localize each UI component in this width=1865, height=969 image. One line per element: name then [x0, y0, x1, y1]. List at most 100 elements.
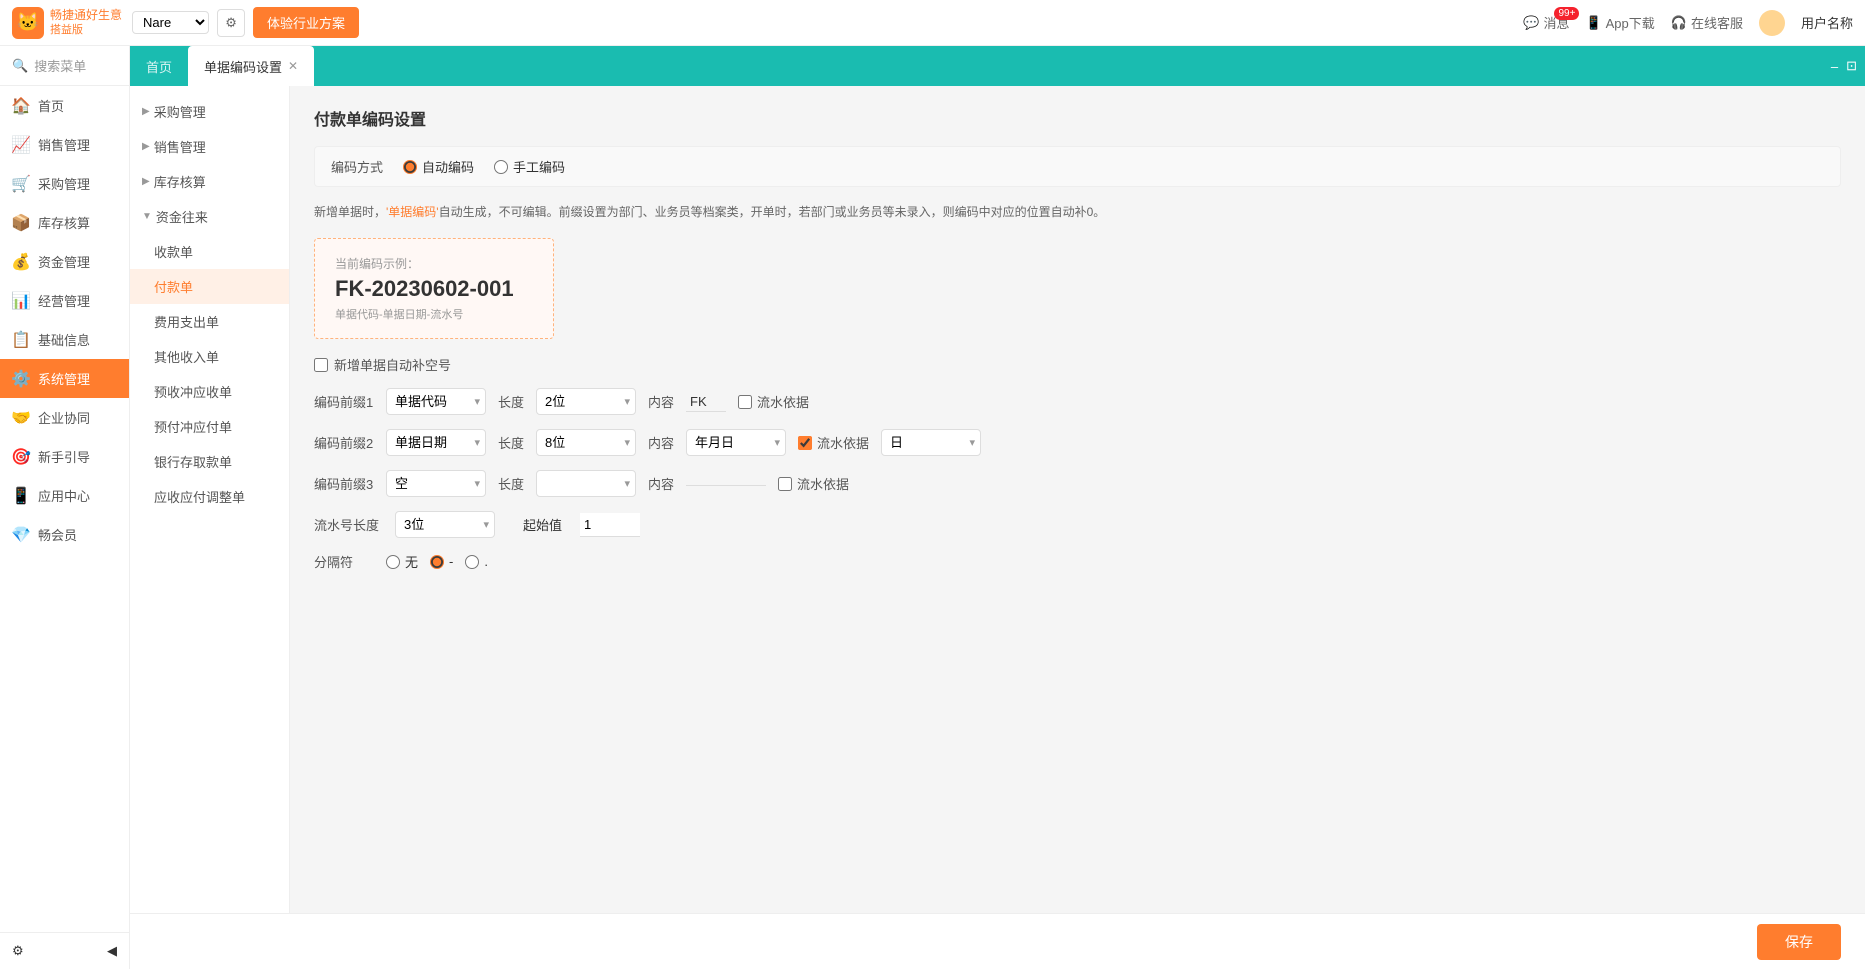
sidebar-item-vip[interactable]: 💎 畅会员: [0, 515, 129, 554]
auto-code-option[interactable]: 自动编码: [403, 157, 474, 176]
flow-check-2: 流水依据: [798, 433, 869, 452]
separator-label: 分隔符: [314, 552, 374, 571]
stream-select[interactable]: 3位: [395, 511, 495, 538]
bottom-bar: 保存: [130, 913, 1865, 969]
manual-code-radio[interactable]: [494, 160, 508, 174]
prefix1-select[interactable]: 单据代码: [386, 388, 486, 415]
sidebar: 🔍 搜索菜单 🏠 首页 📈 销售管理 🛒 采购管理 📦 库存核算 💰: [0, 46, 130, 969]
sub-nav-group-finance: ▼ 资金往来 收款单 付款单 费用支出单 其他收入单 预收冲应收单 预付冲应付单…: [130, 199, 289, 514]
settings-btn[interactable]: ⚙: [217, 9, 245, 37]
content1-label: 内容: [648, 392, 674, 411]
flow-check-1: 流水依据: [738, 392, 809, 411]
sep-none-option[interactable]: 无: [386, 552, 418, 571]
sep-dot-option[interactable]: .: [465, 554, 488, 569]
flow-checkbox-1[interactable]: [738, 395, 752, 409]
info-text: 新增单据时，'单据编码'自动生成，不可编辑。前缀设置为部门、业务员等档案类，开单…: [314, 203, 1841, 222]
sub-nav-item-advance-receipt[interactable]: 预收冲应收单: [130, 374, 289, 409]
encoding-label: 编码方式: [331, 157, 383, 176]
sub-nav-item-bank-deposit[interactable]: 银行存取款单: [130, 444, 289, 479]
sidebar-item-finance[interactable]: 💰 资金管理: [0, 242, 129, 281]
sub-nav-group-purchase: ▶ 采购管理: [130, 94, 289, 129]
sep-none-radio[interactable]: [386, 555, 400, 569]
sidebar-item-guide[interactable]: 🎯 新手引导: [0, 437, 129, 476]
prefix-row-3: 编码前缀3 空 长度 内容: [314, 470, 1841, 497]
tab-expand-icon[interactable]: ⊡: [1846, 58, 1857, 74]
sub-nav-title-finance[interactable]: ▼ 资金往来: [130, 199, 289, 234]
online-service-btn[interactable]: 🎧 在线客服: [1671, 13, 1743, 32]
content2-select[interactable]: 年月日: [686, 429, 786, 456]
sub-nav-item-payment[interactable]: 付款单: [130, 269, 289, 304]
sidebar-settings-icon[interactable]: ⚙: [12, 943, 24, 959]
service-icon: 🎧: [1671, 15, 1687, 31]
guide-icon: 🎯: [12, 448, 30, 466]
length1-select-wrapper: 2位: [536, 388, 636, 415]
auto-code-radio[interactable]: [403, 160, 417, 174]
system-icon: ⚙️: [12, 370, 30, 388]
sub-nav-title-sales[interactable]: ▶ 销售管理: [130, 129, 289, 164]
message-btn[interactable]: 💬 消息 99+: [1523, 13, 1569, 32]
length2-select[interactable]: 8位: [536, 429, 636, 456]
sidebar-item-sales[interactable]: 📈 销售管理: [0, 125, 129, 164]
length1-select[interactable]: 2位: [536, 388, 636, 415]
app-download-btn[interactable]: 📱 App下载: [1585, 13, 1654, 32]
sub-nav-item-receivable-adj[interactable]: 应收应付调整单: [130, 479, 289, 514]
prefix2-select[interactable]: 单据日期: [386, 429, 486, 456]
logo-text: 畅捷通好生意 搭益版: [50, 8, 122, 38]
tab-close-icon[interactable]: ✕: [288, 59, 298, 73]
inventory-icon: 📦: [12, 214, 30, 232]
sub-nav-title-purchase[interactable]: ▶ 采购管理: [130, 94, 289, 129]
sep-dot-radio[interactable]: [465, 555, 479, 569]
length2-select-wrapper: 8位: [536, 429, 636, 456]
sidebar-item-enterprise[interactable]: 🤝 企业协同: [0, 398, 129, 437]
prefix2-label: 编码前缀2: [314, 433, 374, 452]
sidebar-item-basic[interactable]: 📋 基础信息: [0, 320, 129, 359]
flow-checkbox-3[interactable]: [778, 477, 792, 491]
encoding-method-row: 编码方式 自动编码 手工编码: [314, 146, 1841, 187]
sub-nav-item-expense[interactable]: 费用支出单: [130, 304, 289, 339]
company-select[interactable]: Nare: [132, 11, 209, 34]
app-icon: 📱: [1585, 15, 1601, 31]
flow-checkbox-2[interactable]: [798, 436, 812, 450]
prefix1-label: 编码前缀1: [314, 392, 374, 411]
sub-nav-title-inventory[interactable]: ▶ 库存核算: [130, 164, 289, 199]
start-value-input[interactable]: [580, 513, 640, 537]
tab-code-setting[interactable]: 单据编码设置 ✕: [188, 46, 314, 86]
period-select[interactable]: 日: [881, 429, 981, 456]
length3-select[interactable]: [536, 470, 636, 497]
search-icon: 🔍: [12, 58, 28, 74]
sidebar-item-purchase[interactable]: 🛒 采购管理: [0, 164, 129, 203]
sep-dash-radio[interactable]: [430, 555, 444, 569]
auto-fill-checkbox[interactable]: [314, 358, 328, 372]
sep-dash-option[interactable]: -: [430, 554, 453, 569]
content3-value: [686, 481, 766, 486]
user-avatar[interactable]: [1759, 10, 1785, 36]
manual-code-option[interactable]: 手工编码: [494, 157, 565, 176]
save-button[interactable]: 保存: [1757, 924, 1841, 960]
prefix3-select[interactable]: 空: [386, 470, 486, 497]
sidebar-item-inventory[interactable]: 📦 库存核算: [0, 203, 129, 242]
sidebar-collapse-icon[interactable]: ◀: [107, 943, 117, 959]
tab-home[interactable]: 首页: [130, 46, 188, 86]
tab-bar-actions: – ⊡: [1831, 58, 1865, 74]
content2-label: 内容: [648, 433, 674, 452]
start-label: 起始值: [523, 515, 562, 534]
tab-collapse-icon[interactable]: –: [1831, 59, 1838, 74]
content3-label: 内容: [648, 474, 674, 493]
sub-nav-group-sales: ▶ 销售管理: [130, 129, 289, 164]
message-icon: 💬: [1523, 15, 1539, 31]
prefix2-select-wrapper: 单据日期: [386, 429, 486, 456]
arrow-icon: ▶: [142, 141, 150, 152]
top-bar-left: 🐱 畅捷通好生意 搭益版 Nare ⚙ 体验行业方案: [12, 7, 359, 39]
sidebar-item-appcenter[interactable]: 📱 应用中心: [0, 476, 129, 515]
sub-nav-item-other-income[interactable]: 其他收入单: [130, 339, 289, 374]
sidebar-search[interactable]: 🔍 搜索菜单: [0, 46, 129, 86]
sidebar-nav: 🏠 首页 📈 销售管理 🛒 采购管理 📦 库存核算 💰 资金管理 📊 经: [0, 86, 129, 932]
sidebar-item-home[interactable]: 🏠 首页: [0, 86, 129, 125]
sub-nav-item-advance-payment[interactable]: 预付冲应付单: [130, 409, 289, 444]
trial-button[interactable]: 体验行业方案: [253, 7, 359, 38]
top-bar-right: 💬 消息 99+ 📱 App下载 🎧 在线客服 用户名称: [1523, 10, 1853, 36]
example-code: FK-20230602-001: [335, 276, 533, 302]
sidebar-item-system[interactable]: ⚙️ 系统管理: [0, 359, 129, 398]
sidebar-item-operations[interactable]: 📊 经营管理: [0, 281, 129, 320]
sub-nav-item-receipt[interactable]: 收款单: [130, 234, 289, 269]
